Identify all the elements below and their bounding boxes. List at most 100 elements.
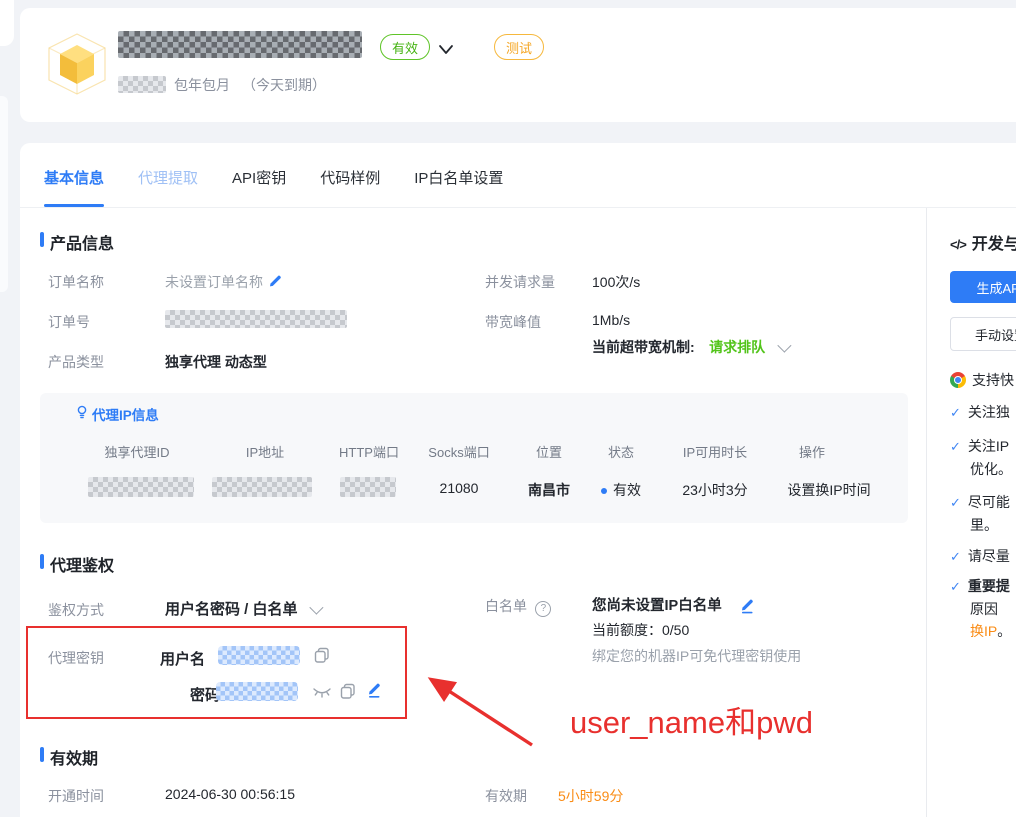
header-card: 有效 测试 包年包月 （今天到期） bbox=[20, 8, 1016, 122]
proxy-ip-title: 代理IP信息 bbox=[92, 404, 159, 424]
plan-text: 包年包月 bbox=[174, 75, 230, 95]
whitelist-hint: 绑定您的机器IP可免代理密钥使用 bbox=[592, 646, 801, 666]
order-name-label: 订单名称 bbox=[48, 272, 104, 292]
tab-ip-whitelist[interactable]: IP白名单设置 bbox=[414, 167, 503, 188]
product-cube-icon bbox=[46, 32, 108, 96]
location-value: 南昌市 bbox=[528, 480, 570, 500]
chrome-note-row: 支持快 bbox=[950, 370, 1014, 390]
manual-setup-button[interactable]: 手动设置 bbox=[950, 317, 1016, 351]
check-icon: ✓ bbox=[950, 439, 961, 454]
sidebar-tip: ✓重要提 原因 换IP。 bbox=[950, 575, 1011, 642]
tab-code-samples[interactable]: 代码样例 bbox=[320, 167, 380, 188]
proxy-ip-box: 代理IP信息 独享代理ID IP地址 HTTP端口 Socks端口 位置 状态 … bbox=[40, 393, 908, 523]
redacted-order-no bbox=[165, 310, 347, 328]
bandwidth-value: 1Mb/s bbox=[592, 312, 630, 328]
sidebar-tip: ✓尽可能 里。 bbox=[950, 491, 1010, 536]
code-icon: </> bbox=[950, 237, 966, 252]
left-edge-strip bbox=[0, 96, 8, 292]
check-icon: ✓ bbox=[950, 495, 961, 510]
validity-title: 有效期 bbox=[50, 745, 98, 769]
annotation-arrow bbox=[412, 658, 552, 758]
concurrent-value: 100次/s bbox=[592, 272, 640, 292]
col-ip-address: IP地址 bbox=[246, 442, 284, 461]
tab-basic-info[interactable]: 基本信息 bbox=[44, 167, 104, 188]
col-socks-port: Socks端口 bbox=[428, 442, 489, 461]
annotation-label: user_name和pwd bbox=[570, 697, 813, 742]
tab-api-key[interactable]: API密钥 bbox=[232, 167, 286, 188]
open-time-label: 开通时间 bbox=[48, 786, 104, 806]
tip-text: 重要提 bbox=[968, 578, 1010, 594]
check-icon: ✓ bbox=[950, 579, 961, 594]
socks-port-value: 21080 bbox=[440, 480, 479, 496]
status-badge: 有效 bbox=[380, 34, 430, 60]
chrome-note-text: 支持快 bbox=[972, 372, 1014, 388]
whitelist-help-icon[interactable]: ? bbox=[535, 601, 551, 617]
over-bandwidth-value[interactable]: 请求排队 bbox=[709, 339, 765, 355]
section-bar bbox=[40, 232, 44, 247]
tip-text: 。 bbox=[997, 623, 1011, 639]
tab-proxy-extract[interactable]: 代理提取 bbox=[138, 167, 198, 188]
whitelist-quota: 当前额度：0/50 bbox=[592, 620, 689, 640]
col-status: 状态 bbox=[608, 442, 634, 461]
redacted-ip-address bbox=[212, 477, 312, 497]
page: 有效 测试 包年包月 （今天到期） 基本信息 代理提取 API密钥 代码样例 I… bbox=[0, 0, 1016, 817]
validity-label: 有效期 bbox=[485, 786, 527, 806]
over-bandwidth-chevron-icon[interactable] bbox=[777, 339, 791, 353]
sidebar-divider bbox=[926, 208, 927, 817]
whitelist-label: 白名单 bbox=[485, 598, 527, 614]
redacted-proxy-id bbox=[88, 477, 194, 497]
expiry-text: （今天到期） bbox=[242, 75, 326, 95]
tip-text: 优化。 bbox=[950, 458, 1012, 480]
col-http-port: HTTP端口 bbox=[339, 442, 399, 461]
col-action: 操作 bbox=[799, 442, 825, 461]
proxy-auth-title: 代理鉴权 bbox=[50, 552, 114, 576]
col-proxy-id: 独享代理ID bbox=[104, 442, 169, 461]
redacted-subtitle-prefix bbox=[118, 76, 166, 93]
concurrent-label: 并发请求量 bbox=[485, 272, 555, 292]
check-icon: ✓ bbox=[950, 405, 961, 420]
sidebar-tip: ✓ 关注独 bbox=[950, 401, 1010, 424]
status-text: 有效 bbox=[613, 482, 641, 498]
tip-text: 请尽量 bbox=[968, 548, 1010, 564]
whitelist-label-row: 白名单 ? bbox=[485, 596, 551, 617]
annotation-box bbox=[26, 626, 407, 719]
product-type-label: 产品类型 bbox=[48, 352, 104, 372]
tip-text: 关注独 bbox=[968, 404, 1010, 420]
col-location: 位置 bbox=[536, 442, 562, 461]
header-chevron-down-icon[interactable] bbox=[438, 44, 454, 56]
generate-api-button[interactable]: 生成API bbox=[950, 271, 1016, 303]
over-bandwidth-row: 当前超带宽机制: 请求排队 bbox=[592, 337, 788, 357]
status-dot bbox=[601, 488, 607, 494]
order-no-label: 订单号 bbox=[48, 312, 90, 332]
edit-order-name-icon[interactable] bbox=[268, 273, 283, 289]
tabbar-divider bbox=[20, 207, 1016, 208]
product-type-value: 独享代理 动态型 bbox=[165, 352, 267, 372]
bandwidth-label: 带宽峰值 bbox=[485, 312, 541, 332]
check-icon: ✓ bbox=[950, 549, 961, 564]
over-bandwidth-label: 当前超带宽机制: bbox=[592, 339, 695, 355]
validity-value: 5小时59分 bbox=[558, 786, 623, 806]
set-ip-rotation-link[interactable]: 设置换IP时间 bbox=[787, 480, 870, 500]
test-badge: 测试 bbox=[494, 34, 544, 60]
tip-text: 关注IP bbox=[968, 438, 1009, 454]
chrome-icon bbox=[950, 372, 966, 388]
sidebar-title: 开发与 bbox=[972, 236, 1016, 253]
edit-whitelist-icon[interactable] bbox=[740, 598, 755, 614]
auth-method-label: 鉴权方式 bbox=[48, 600, 104, 620]
tip-text: 里。 bbox=[950, 514, 1010, 536]
auth-method-value-row[interactable]: 用户名密码 / 白名单 bbox=[165, 598, 320, 619]
open-time-value: 2024-06-30 00:56:15 bbox=[165, 786, 295, 802]
sidebar-title-row: </> 开发与 bbox=[950, 230, 1016, 254]
redacted-http-port bbox=[340, 477, 396, 497]
whitelist-empty-row: 您尚未设置IP白名单 bbox=[592, 594, 755, 615]
auth-method-chevron-icon bbox=[309, 601, 323, 615]
sidebar-tip: ✓ 关注IP 优化。 bbox=[950, 435, 1012, 480]
auth-method-value: 用户名密码 / 白名单 bbox=[165, 601, 298, 618]
section-bar bbox=[40, 747, 44, 762]
section-bar bbox=[40, 554, 44, 569]
duration-value: 23小时3分 bbox=[682, 480, 747, 500]
col-duration: IP可用时长 bbox=[683, 442, 747, 461]
product-info-title: 产品信息 bbox=[50, 230, 114, 254]
bulb-icon bbox=[76, 405, 88, 420]
tip-text-highlight: 换IP bbox=[970, 623, 997, 639]
